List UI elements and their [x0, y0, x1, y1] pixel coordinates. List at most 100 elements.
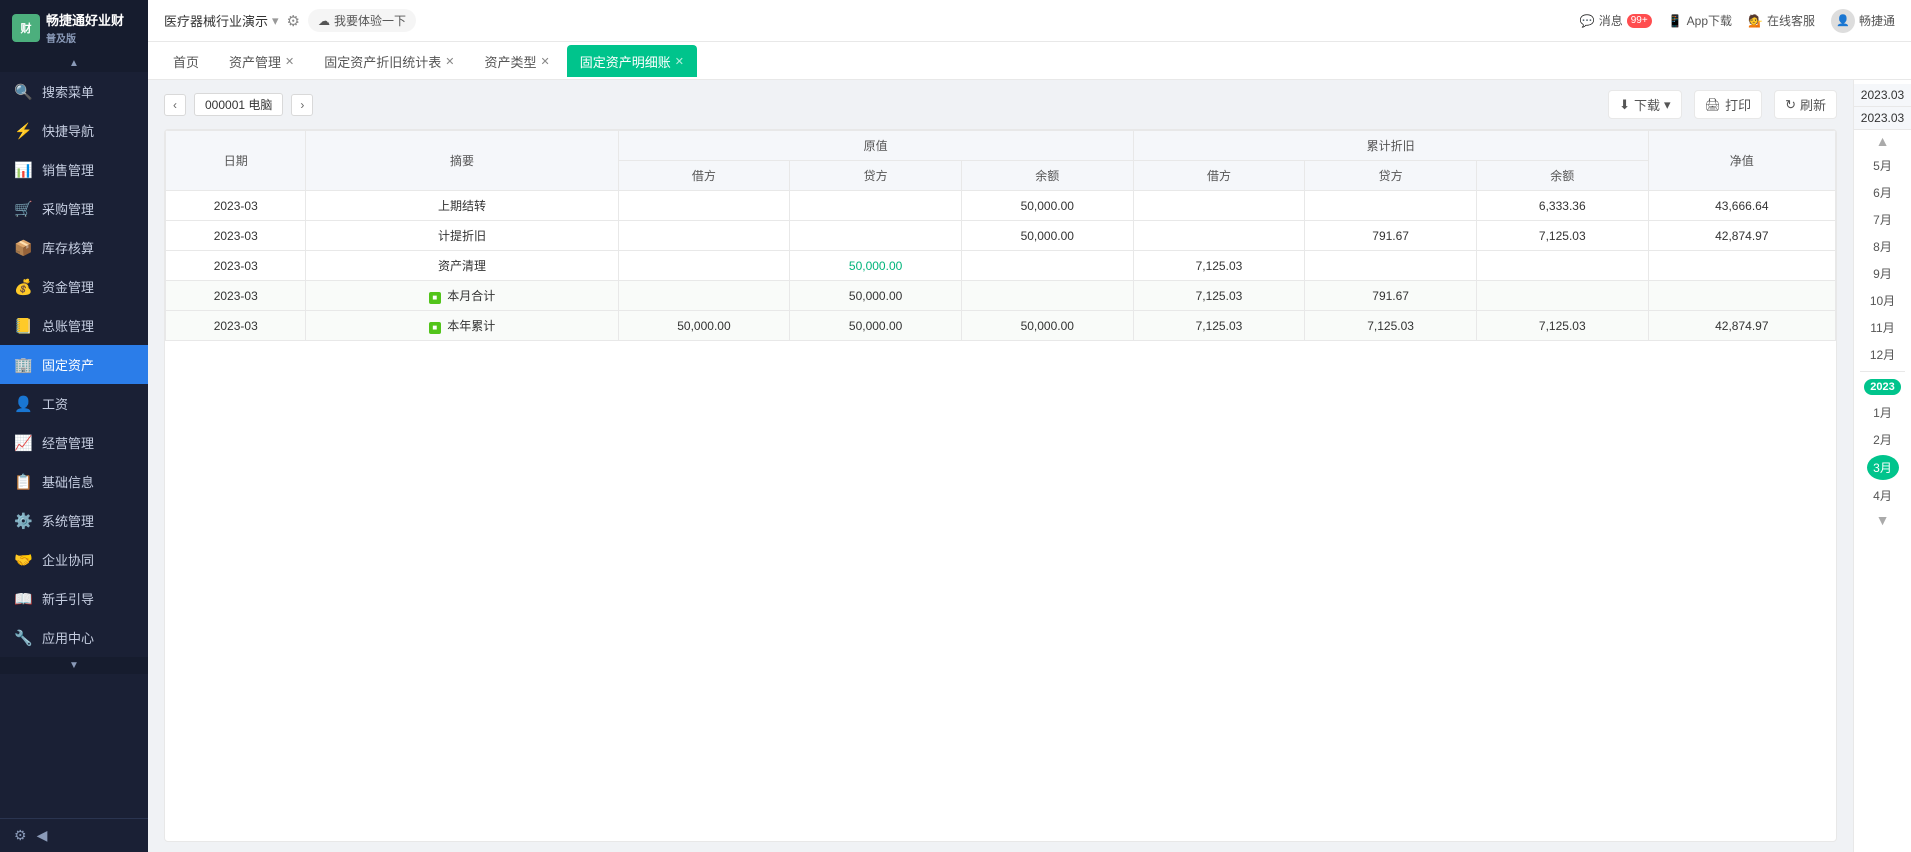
- user-menu[interactable]: 👤 畅捷通: [1831, 9, 1895, 33]
- cell-ad-credit: [1305, 251, 1477, 281]
- cooperation-icon: 🤝: [14, 551, 32, 569]
- cell-ad-debit: [1133, 221, 1305, 251]
- tab-asset-detail[interactable]: 固定资产明细账 ✕: [567, 45, 697, 77]
- cell-ad-balance: 7,125.03: [1476, 221, 1648, 251]
- management-icon: 📈: [14, 434, 32, 452]
- company-selector[interactable]: 医疗器械行业演示 ▾: [164, 11, 279, 30]
- date-month-2[interactable]: 2月: [1854, 426, 1911, 453]
- cell-summary: ■ 本年累计: [306, 311, 618, 341]
- collapse-button[interactable]: ◀: [37, 827, 48, 844]
- date-month-10[interactable]: 10月: [1854, 287, 1911, 314]
- tab-close-icon[interactable]: ✕: [541, 55, 550, 68]
- date-month-7[interactable]: 7月: [1854, 206, 1911, 233]
- sidebar-scroll-down[interactable]: ▼: [0, 657, 148, 674]
- logo-icon: 财: [12, 14, 40, 42]
- tab-asset-type[interactable]: 资产类型 ✕: [471, 45, 562, 77]
- assets-icon: 🏢: [14, 356, 32, 374]
- date-month-11[interactable]: 11月: [1854, 314, 1911, 341]
- tab-asset-management[interactable]: 资产管理 ✕: [216, 45, 307, 77]
- sidebar-item-funds[interactable]: 💰 资金管理: [0, 267, 148, 306]
- cell-ov-credit: [790, 221, 962, 251]
- sidebar-scroll-up[interactable]: ▲: [0, 55, 148, 72]
- sidebar-item-search[interactable]: 🔍 搜索菜单: [0, 72, 148, 111]
- sidebar-logo: 财 畅捷通好业财 普及版: [0, 0, 148, 55]
- year-badge[interactable]: 2023: [1864, 379, 1900, 395]
- sidebar-item-quicknav[interactable]: ⚡ 快捷导航: [0, 111, 148, 150]
- refresh-button[interactable]: ↻ 刷新: [1774, 90, 1837, 119]
- cell-ad-debit: 7,125.03: [1133, 281, 1305, 311]
- sidebar-item-inventory[interactable]: 📦 库存核算: [0, 228, 148, 267]
- table-row: 2023-03 计提折旧 50,000.00 791.67 7,125.03 4…: [166, 221, 1836, 251]
- cell-ad-balance: [1476, 251, 1648, 281]
- date-month-3[interactable]: 3月: [1867, 455, 1899, 480]
- settings-icon[interactable]: ⚙: [287, 12, 300, 30]
- asset-code-tag: 000001 电脑: [194, 93, 283, 116]
- settings-button[interactable]: ⚙: [14, 827, 27, 844]
- message-button[interactable]: 💬 消息 99+: [1580, 12, 1652, 29]
- cell-ad-credit: 791.67: [1305, 221, 1477, 251]
- date-down-arrow[interactable]: ▼: [1854, 509, 1911, 531]
- cell-summary: 上期结转: [306, 191, 618, 221]
- date-sidebar: 2023.03 2023.03 ▲ 5月 6月 7月 8月 9月 10月 11月…: [1853, 80, 1911, 852]
- sidebar-item-system[interactable]: ⚙️ 系统管理: [0, 501, 148, 540]
- date-month-6[interactable]: 6月: [1854, 179, 1911, 206]
- summary-icon: ■: [429, 322, 441, 334]
- sidebar-item-basic-info[interactable]: 📋 基础信息: [0, 462, 148, 501]
- divider: [1860, 371, 1906, 372]
- experience-button[interactable]: ☁ 我要体验一下: [308, 9, 416, 32]
- dropdown-arrow-icon: ▾: [1664, 97, 1671, 113]
- download-button[interactable]: ⬇ 下载 ▾: [1608, 90, 1681, 119]
- topbar-right: 💬 消息 99+ 📱 App下载 💁 在线客服 👤 畅捷通: [1580, 9, 1895, 33]
- date-month-12[interactable]: 12月: [1854, 341, 1911, 368]
- date-month-9[interactable]: 9月: [1854, 260, 1911, 287]
- sidebar-item-assets[interactable]: 🏢 固定资产: [0, 345, 148, 384]
- message-icon: 💬: [1580, 14, 1595, 28]
- sidebar-item-cooperation[interactable]: 🤝 企业协同: [0, 540, 148, 579]
- download-icon: 📱: [1668, 14, 1683, 28]
- topbar: 医疗器械行业演示 ▾ ⚙ ☁ 我要体验一下 💬 消息 99+ 📱 App下载 💁…: [148, 0, 1911, 42]
- nav-prev-button[interactable]: ‹: [164, 94, 186, 116]
- print-button[interactable]: 🖨 打印: [1694, 90, 1763, 119]
- sidebar-item-purchase[interactable]: 🛒 采购管理: [0, 189, 148, 228]
- sidebar-item-apps[interactable]: 🔧 应用中心: [0, 618, 148, 657]
- sidebar-item-guide[interactable]: 📖 新手引导: [0, 579, 148, 618]
- table-row: 2023-03 上期结转 50,000.00 6,333.36 43,666.6…: [166, 191, 1836, 221]
- main-panel: ‹ 000001 电脑 › ⬇ 下载 ▾ 🖨 打印 ↻ 刷新: [148, 80, 1853, 852]
- cell-date: 2023-03: [166, 191, 306, 221]
- chevron-down-icon: ▾: [272, 13, 279, 29]
- tab-close-icon[interactable]: ✕: [285, 55, 294, 68]
- date-month-4[interactable]: 4月: [1854, 482, 1911, 509]
- tab-home[interactable]: 首页: [160, 45, 212, 77]
- app-download-button[interactable]: 📱 App下载: [1668, 12, 1732, 29]
- nav-next-button[interactable]: ›: [291, 94, 313, 116]
- th-summary: 摘要: [306, 131, 618, 191]
- date-month-5[interactable]: 5月: [1854, 152, 1911, 179]
- logo-text: 畅捷通好业财 普及版: [46, 10, 124, 45]
- th-accumulated-dep: 累计折旧: [1133, 131, 1648, 161]
- service-button[interactable]: 💁 在线客服: [1748, 12, 1815, 29]
- cell-ad-balance: 7,125.03: [1476, 311, 1648, 341]
- cell-ov-balance: 50,000.00: [961, 221, 1133, 251]
- guide-icon: 📖: [14, 590, 32, 608]
- cell-summary: 计提折旧: [306, 221, 618, 251]
- sidebar-item-payroll[interactable]: 👤 工资: [0, 384, 148, 423]
- cell-ov-debit: [618, 221, 790, 251]
- sidebar-item-management[interactable]: 📈 经营管理: [0, 423, 148, 462]
- table-row-yearly-total: 2023-03 ■ 本年累计 50,000.00 50,000.00 50,00…: [166, 311, 1836, 341]
- date-month-1[interactable]: 1月: [1854, 399, 1911, 426]
- cell-ov-debit: [618, 191, 790, 221]
- date-month-8[interactable]: 8月: [1854, 233, 1911, 260]
- experience-icon: ☁: [318, 14, 330, 28]
- cell-date: 2023-03: [166, 311, 306, 341]
- cell-ov-balance: 50,000.00: [961, 191, 1133, 221]
- sidebar-item-ledger[interactable]: 📒 总账管理: [0, 306, 148, 345]
- cell-ad-balance: [1476, 281, 1648, 311]
- date-up-arrow[interactable]: ▲: [1854, 130, 1911, 152]
- sidebar: 财 畅捷通好业财 普及版 ▲ 🔍 搜索菜单 ⚡ 快捷导航 📊 销售管理 🛒 采购…: [0, 0, 148, 852]
- tab-close-icon[interactable]: ✕: [445, 55, 454, 68]
- quicknav-icon: ⚡: [14, 122, 32, 140]
- sidebar-item-sales[interactable]: 📊 销售管理: [0, 150, 148, 189]
- tab-close-icon[interactable]: ✕: [675, 55, 684, 68]
- tab-depreciation-stats[interactable]: 固定资产折旧统计表 ✕: [311, 45, 467, 77]
- ledger-icon: 📒: [14, 317, 32, 335]
